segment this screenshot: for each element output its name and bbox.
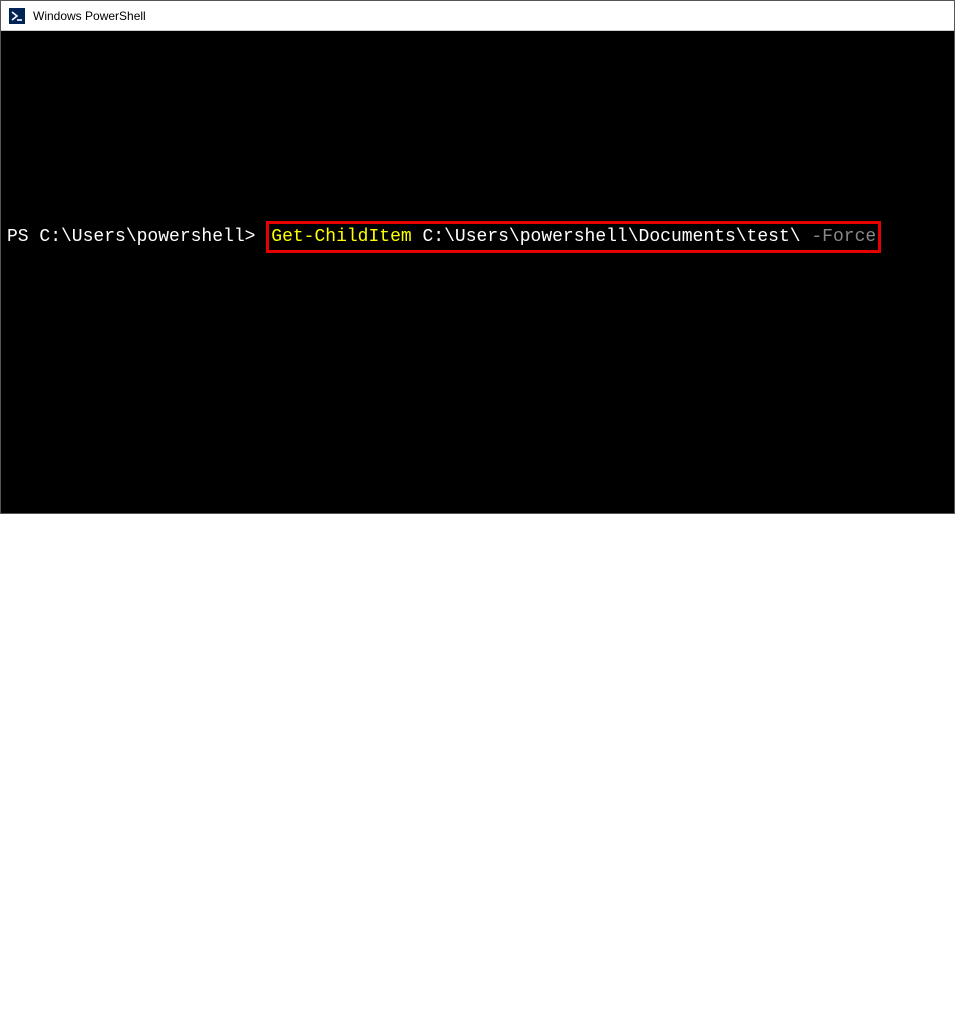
hdr-name: Name [467, 877, 520, 903]
dash-name: ---- [467, 1007, 520, 1032]
hdr-mode: Mode [7, 877, 147, 903]
command-highlight-box: Get-ChildItem C:\Users\powershell\Docume… [266, 221, 881, 253]
hdr-length: Length [377, 877, 467, 903]
dash-lastwrite: ------------- [147, 1007, 377, 1032]
directory-line: Directory: C:\Users\powershell\Documents… [1, 539, 954, 565]
powershell-icon [9, 8, 25, 24]
dash-mode: ---- [7, 1007, 147, 1032]
blank-line [1, 721, 954, 747]
cmd-flag: -Force [811, 227, 876, 247]
cmdlet-name: Get-ChildItem [271, 227, 411, 247]
ps-prefix: PS [7, 227, 39, 247]
prompt-path: C:\Users\powershell> [39, 227, 255, 247]
header-row: ModeLastWriteTimeLengthName [1, 851, 954, 929]
blank-line [1, 435, 954, 461]
powershell-window: Windows PowerShell PS C:\Users\powershel… [0, 0, 955, 514]
blank-line [1, 643, 954, 669]
cmd-arg-path: C:\Users\powershell\Documents\test\ [412, 227, 812, 247]
titlebar[interactable]: Windows PowerShell [1, 1, 954, 31]
blank-line [1, 357, 954, 383]
command-line: PS C:\Users\powershell> Get-ChildItem C:… [1, 195, 954, 279]
hdr-lastwrite: LastWriteTime [147, 877, 377, 903]
header-dash-row: --------------------------- [1, 981, 954, 1032]
dash-length: ------ [377, 1007, 467, 1032]
window-title: Windows PowerShell [33, 9, 146, 23]
terminal-area[interactable]: PS C:\Users\powershell> Get-ChildItem C:… [1, 31, 954, 513]
